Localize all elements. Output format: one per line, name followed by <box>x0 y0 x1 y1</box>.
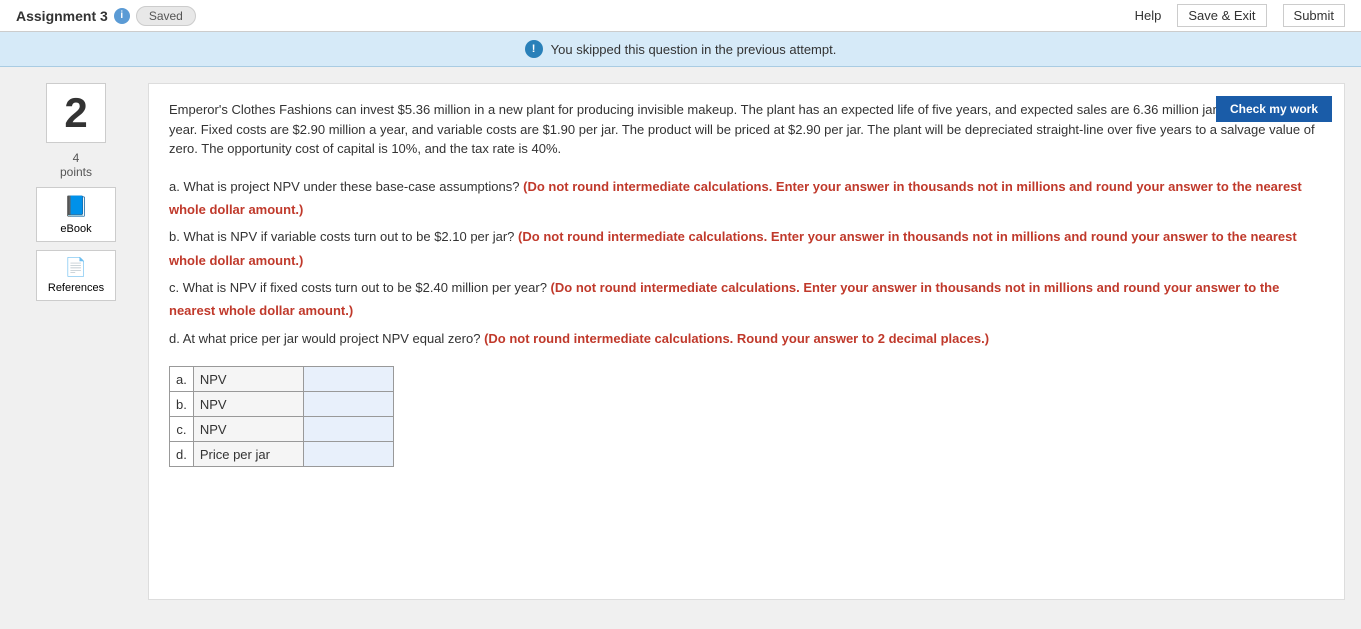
info-icon[interactable]: i <box>114 8 130 24</box>
sub-d-prefix: d. <box>169 331 180 346</box>
answer-label-1: b. <box>170 392 194 417</box>
table-row: d.Price per jar <box>170 442 394 467</box>
sub-a-prefix: a. <box>169 179 180 194</box>
table-row: b.NPV <box>170 392 394 417</box>
main-content: 2 4 points 📘 eBook 📄 References Check my… <box>0 67 1361 616</box>
sub-questions: a. What is project NPV under these base-… <box>169 175 1324 351</box>
sub-d-main: At what price per jar would project NPV … <box>183 331 481 346</box>
alert-bar: ! You skipped this question in the previ… <box>0 32 1361 67</box>
header-left: Assignment 3 i Saved <box>16 6 196 26</box>
references-button[interactable]: 📄 References <box>36 250 116 301</box>
answer-input-2[interactable] <box>304 417 393 441</box>
answer-name-1: NPV <box>193 392 303 417</box>
question-number: 2 <box>46 83 106 143</box>
answer-label-0: a. <box>170 367 194 392</box>
sub-a: a. What is project NPV under these base-… <box>169 175 1324 222</box>
sub-d-bold: (Do not round intermediate calculations.… <box>484 331 989 346</box>
help-link[interactable]: Help <box>1135 8 1162 23</box>
answer-input-cell-2[interactable] <box>303 417 393 442</box>
answer-input-1[interactable] <box>304 392 393 416</box>
sub-c-prefix: c. <box>169 280 179 295</box>
answer-name-0: NPV <box>193 367 303 392</box>
alert-icon: ! <box>525 40 543 58</box>
sub-b-main: What is NPV if variable costs turn out t… <box>183 229 514 244</box>
question-panel: Check my work Emperor's Clothes Fashions… <box>148 83 1345 600</box>
table-row: c.NPV <box>170 417 394 442</box>
answer-label-2: c. <box>170 417 194 442</box>
points-value: 4 <box>73 151 80 165</box>
points-text: points <box>60 165 92 179</box>
answer-input-cell-3[interactable] <box>303 442 393 467</box>
sub-a-main: What is project NPV under these base-cas… <box>183 179 519 194</box>
header: Assignment 3 i Saved Help Save & Exit Su… <box>0 0 1361 32</box>
ebook-icon: 📘 <box>64 194 89 219</box>
question-body: Emperor's Clothes Fashions can invest $5… <box>169 100 1324 159</box>
sub-b-prefix: b. <box>169 229 180 244</box>
answer-input-3[interactable] <box>304 442 393 466</box>
header-right: Help Save & Exit Submit <box>1135 4 1345 27</box>
answer-input-cell-1[interactable] <box>303 392 393 417</box>
alert-message: You skipped this question in the previou… <box>551 42 837 57</box>
answer-label-3: d. <box>170 442 194 467</box>
left-sidebar: 2 4 points 📘 eBook 📄 References <box>16 83 136 600</box>
answer-name-2: NPV <box>193 417 303 442</box>
sub-d: d. At what price per jar would project N… <box>169 327 1324 350</box>
references-label: References <box>48 282 104 294</box>
answer-table: a.NPVb.NPVc.NPVd.Price per jar <box>169 366 394 467</box>
answer-input-0[interactable] <box>304 367 393 391</box>
points-label: 4 points <box>60 151 92 179</box>
references-icon: 📄 <box>65 257 87 278</box>
submit-button[interactable]: Submit <box>1283 4 1345 27</box>
sub-b: b. What is NPV if variable costs turn ou… <box>169 225 1324 272</box>
answer-name-3: Price per jar <box>193 442 303 467</box>
save-exit-button[interactable]: Save & Exit <box>1177 4 1266 27</box>
answer-input-cell-0[interactable] <box>303 367 393 392</box>
sub-c-main: What is NPV if fixed costs turn out to b… <box>183 280 547 295</box>
saved-badge: Saved <box>136 6 196 26</box>
table-row: a.NPV <box>170 367 394 392</box>
sub-c: c. What is NPV if fixed costs turn out t… <box>169 276 1324 323</box>
ebook-label: eBook <box>60 223 91 235</box>
ebook-button[interactable]: 📘 eBook <box>36 187 116 242</box>
check-my-work-button[interactable]: Check my work <box>1216 96 1332 122</box>
assignment-title: Assignment 3 <box>16 8 108 24</box>
